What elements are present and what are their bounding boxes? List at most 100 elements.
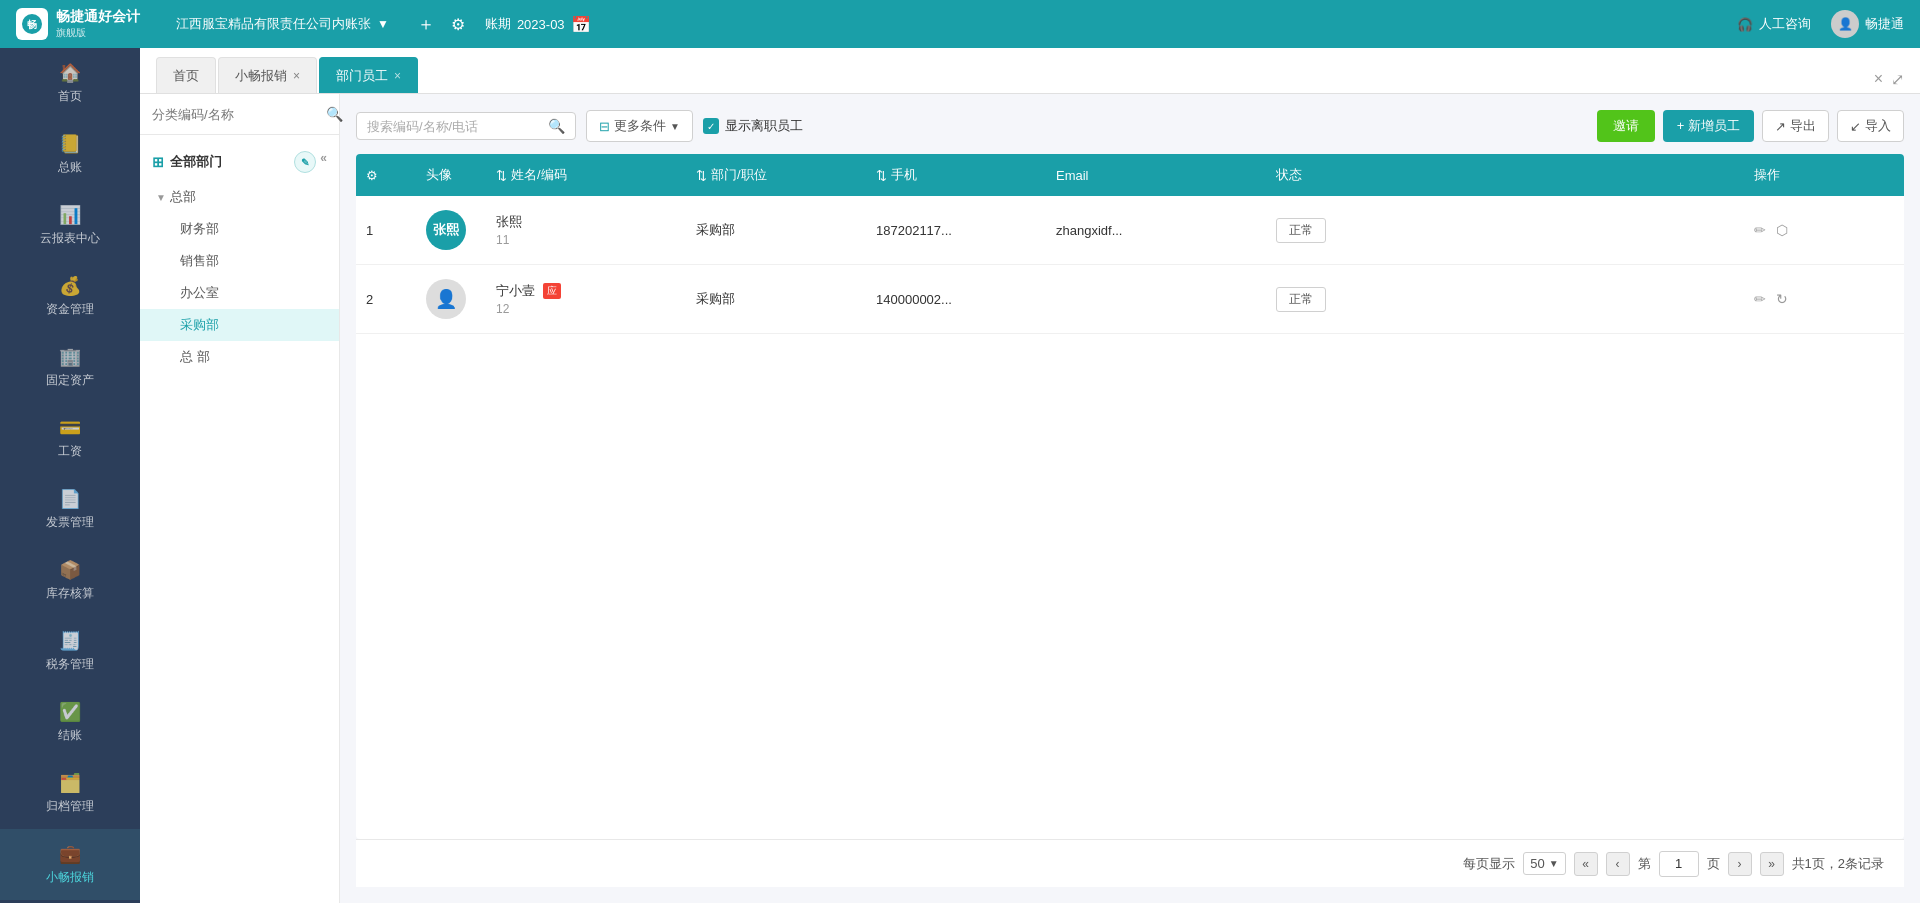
user-area[interactable]: 👤 畅捷通 [1831,10,1904,38]
calendar-icon[interactable]: 📅 [571,15,591,34]
period-value[interactable]: 2023-03 [517,17,565,32]
action-icons: ✏ ↻ [1754,291,1788,307]
window-close-btn[interactable]: × [1874,70,1883,89]
sidebar-label-assets: 固定资产 [46,372,94,389]
window-expand-btn[interactable]: ⤢ [1891,70,1904,89]
dept-item-finance[interactable]: 财务部 [140,213,339,245]
table-body: 1 张熙 张熙 11 [356,196,1904,839]
employee-search-input[interactable] [367,119,542,134]
tab-expense-close[interactable]: × [293,69,300,83]
username: 畅捷通 [1865,15,1904,33]
ai-consult-btn[interactable]: 🎧 人工咨询 [1737,15,1811,33]
company-selector[interactable]: 江西服宝精品有限责任公司内账张 ▼ [168,11,397,37]
export-btn[interactable]: ↗ 导出 [1762,110,1829,142]
all-dept-header[interactable]: ⊞ 全部部门 ✎ « [140,143,339,181]
main-layout: 🏠 首页 📒 总账 📊 云报表中心 💰 资金管理 🏢 固定资产 💳 工资 📄 发… [0,48,1920,903]
filter-chevron-icon: ▼ [670,121,680,132]
dept-finance-label: 财务部 [180,221,219,236]
sidebar-item-checkout[interactable]: ✅ 结账 [0,687,140,758]
row2-phone: 140000002... [866,278,1046,321]
add-employee-btn[interactable]: + 新增员工 [1663,110,1754,142]
dept-item-hq[interactable]: ▼ 总部 [140,181,339,213]
row2-email [1046,285,1266,313]
sidebar-label-inventory: 库存核算 [46,585,94,602]
first-page-btn[interactable]: « [1574,852,1598,876]
sidebar-item-payroll[interactable]: 💳 工资 [0,403,140,474]
accounting-period: 账期 2023-03 📅 [485,15,591,34]
content-area: 首页 小畅报销 × 部门员工 × × ⤢ 🔍 [140,48,1920,903]
add-employee-label: + 新增员工 [1677,117,1740,135]
per-page-label: 每页显示 [1463,855,1515,873]
checkout-icon: ✅ [59,701,81,723]
th-dept-label: 部门/职位 [711,166,767,184]
payroll-icon: 💳 [59,417,81,439]
sidebar-item-tax[interactable]: 🧾 税务管理 [0,616,140,687]
next-page-btn[interactable]: › [1728,852,1752,876]
settings-icon[interactable]: ⚙ [451,15,465,34]
logo-subtitle: 旗舰版 [56,26,140,40]
logout-icon[interactable]: ⬡ [1776,222,1788,238]
grid-icon: ⊞ [152,154,164,170]
th-email: Email [1046,154,1266,196]
period-label: 账期 [485,15,511,33]
tax-icon: 🧾 [59,630,81,652]
sidebar-item-archive[interactable]: 🗂️ 归档管理 [0,758,140,829]
row1-status: 正常 [1266,204,1744,257]
employee-search-icon[interactable]: 🔍 [548,118,565,134]
th-name[interactable]: ⇅ 姓名/编码 [486,154,686,196]
delete-icon[interactable]: ↻ [1776,291,1788,307]
dept-item-sales[interactable]: 销售部 [140,245,339,277]
edit-dept-btn[interactable]: ✎ [294,151,316,173]
edit-icon[interactable]: ✏ [1754,222,1766,238]
row1-num: 1 [356,209,416,252]
sidebar-item-invoice[interactable]: 📄 发票管理 [0,474,140,545]
sidebar-item-ledger[interactable]: 📒 总账 [0,119,140,190]
page-input[interactable] [1659,851,1699,877]
dept-item-hq2[interactable]: 总 部 [140,341,339,373]
dept-search-input[interactable] [152,107,320,122]
sidebar-item-home[interactable]: 🏠 首页 [0,48,140,119]
svg-text:畅: 畅 [27,19,37,30]
show-resigned-toggle[interactable]: ✓ 显示离职员工 [703,117,803,135]
employee-tag: 应 [543,283,561,299]
dept-office-label: 办公室 [180,285,219,300]
th-phone[interactable]: ⇅ 手机 [866,154,1046,196]
filter-label: 更多条件 [614,117,666,135]
row2-status: 正常 [1266,273,1744,326]
filter-more-btn[interactable]: ⊟ 更多条件 ▼ [586,110,693,142]
th-status-label: 状态 [1276,166,1302,184]
th-dept[interactable]: ⇅ 部门/职位 [686,154,866,196]
page-content: 🔍 ⊞ 全部部门 ✎ « ▼ [140,94,1920,903]
tab-dept-staff[interactable]: 部门员工 × [319,57,418,93]
th-settings[interactable]: ⚙ [356,154,416,196]
sidebar-label-home: 首页 [58,88,82,105]
avatar: 张熙 [426,210,466,250]
sidebar-item-funds[interactable]: 💰 资金管理 [0,261,140,332]
th-email-label: Email [1056,168,1089,183]
dept-tree: ⊞ 全部部门 ✎ « ▼ 总部 财务部 [140,135,339,903]
edit-icon[interactable]: ✏ [1754,291,1766,307]
dept-item-purchase[interactable]: 采购部 [140,309,339,341]
prev-page-btn[interactable]: ‹ [1606,852,1630,876]
add-icon[interactable]: ＋ [417,12,435,36]
tab-dept-staff-close[interactable]: × [394,69,401,83]
company-name: 江西服宝精品有限责任公司内账张 [176,15,371,33]
dept-item-office[interactable]: 办公室 [140,277,339,309]
import-btn[interactable]: ↙ 导入 [1837,110,1904,142]
tab-home[interactable]: 首页 [156,57,216,93]
sidebar-item-reports[interactable]: 📊 云报表中心 [0,190,140,261]
sidebar-item-expense[interactable]: 💼 小畅报销 [0,829,140,900]
logo-area: 畅 畅捷通好会计 旗舰版 [16,8,156,40]
per-page-select[interactable]: 50 ▼ [1523,852,1565,875]
expand-icon: ▼ [156,192,166,203]
filter-icon: ⊟ [599,119,610,134]
pagination: 每页显示 50 ▼ « ‹ 第 页 › [356,839,1904,887]
last-page-btn[interactable]: » [1760,852,1784,876]
sidebar-item-inventory[interactable]: 📦 库存核算 [0,545,140,616]
sidebar-item-assets[interactable]: 🏢 固定资产 [0,332,140,403]
import-label: 导入 [1865,117,1891,135]
invite-btn[interactable]: 邀请 [1597,110,1655,142]
row1-name: 张熙 11 [486,199,686,261]
tab-expense[interactable]: 小畅报销 × [218,57,317,93]
collapse-dept-btn[interactable]: « [320,151,327,173]
